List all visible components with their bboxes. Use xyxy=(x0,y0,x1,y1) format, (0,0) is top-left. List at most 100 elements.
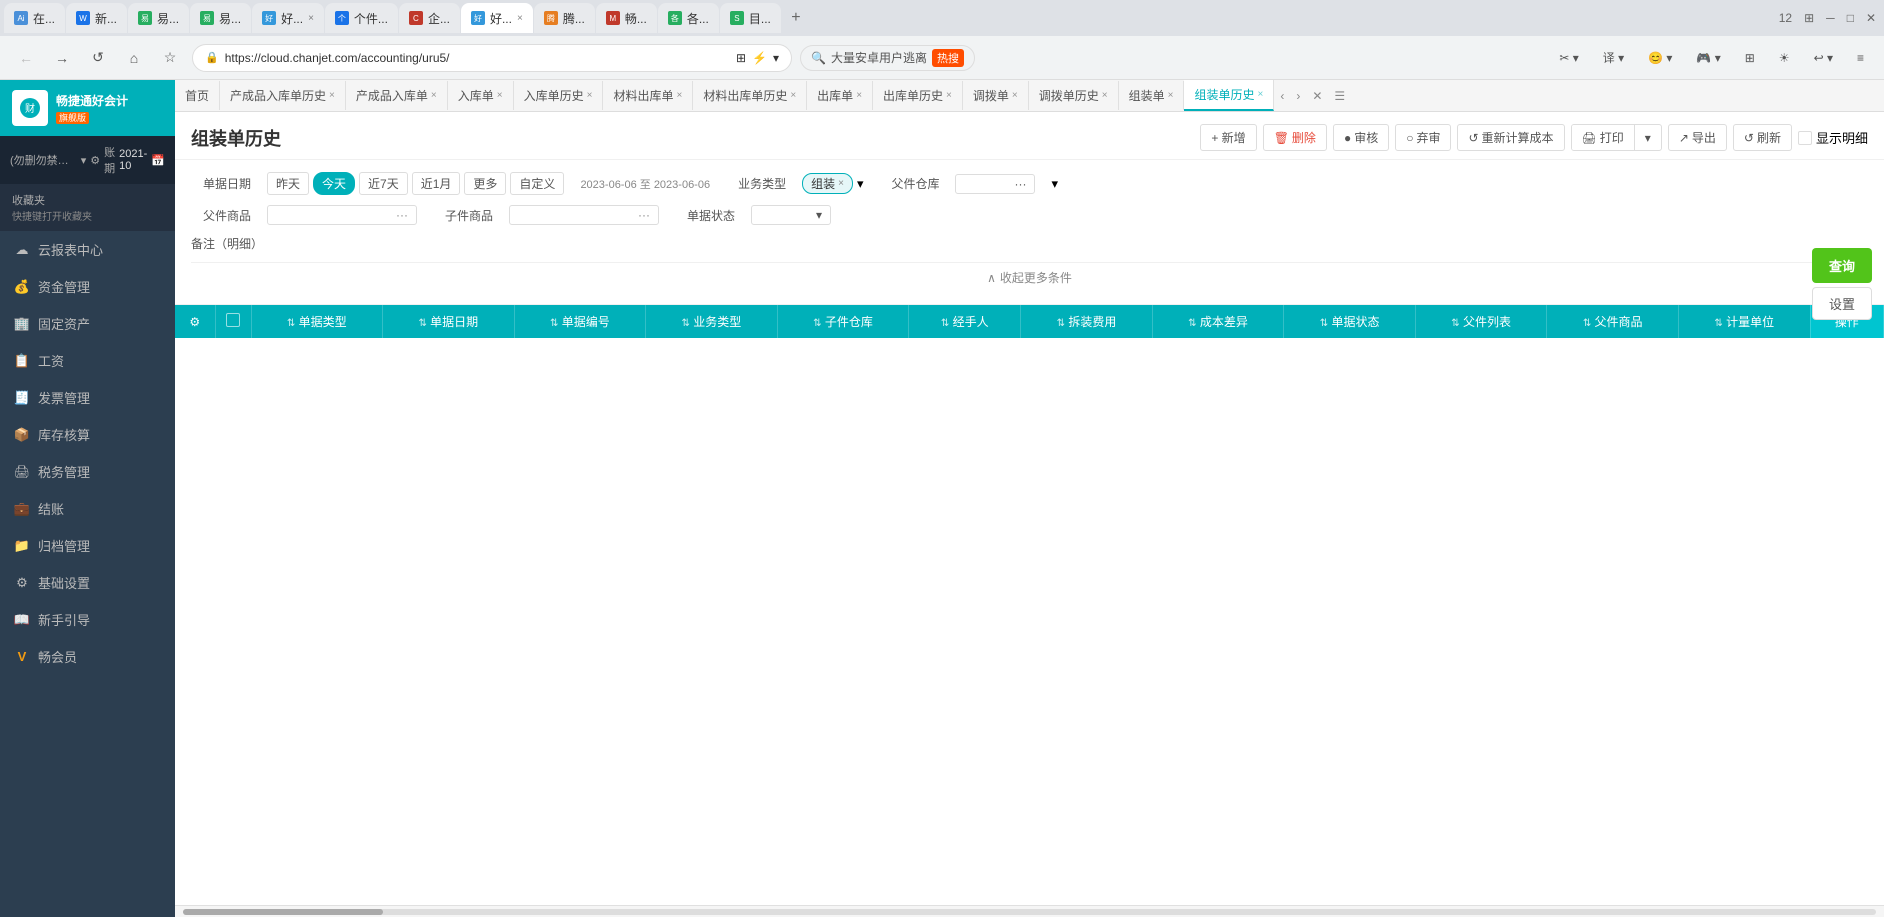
calendar-icon[interactable]: 📅 xyxy=(151,154,165,167)
game-btn[interactable]: 🎮 ▾ xyxy=(1688,47,1728,69)
close-kit-history[interactable]: × xyxy=(1257,89,1263,100)
address-bar[interactable]: 🔒 https://cloud.chanjet.com/accounting/u… xyxy=(192,44,792,72)
page-tab-material-outbound-history[interactable]: 材料出库单历史 × xyxy=(693,81,807,110)
sidebar-item-archive[interactable]: 📁 归档管理 xyxy=(0,527,175,564)
theme-btn[interactable]: ☀ xyxy=(1771,47,1798,69)
browser-tab-11[interactable]: 各 各... xyxy=(658,3,719,33)
close-outbound[interactable]: × xyxy=(856,90,862,101)
topbar-settings-icon[interactable]: ⚙ xyxy=(90,154,100,167)
tab-close-5[interactable]: × xyxy=(308,13,314,24)
sidebar-item-fund[interactable]: 💰 资金管理 xyxy=(0,268,175,305)
close-material-outbound[interactable]: × xyxy=(676,90,682,101)
tab-prev-button[interactable]: ‹ xyxy=(1274,85,1290,107)
date-btn-1month[interactable]: 近1月 xyxy=(412,172,461,195)
th-parent-goods[interactable]: ⇅ 父件商品 xyxy=(1547,305,1679,338)
forward-button[interactable]: → xyxy=(48,44,76,72)
translate-btn[interactable]: 译 ▾ xyxy=(1595,45,1632,70)
date-btn-7days[interactable]: 近7天 xyxy=(359,172,408,195)
dropdown-icon[interactable]: ▾ xyxy=(773,51,779,65)
emoji-btn[interactable]: 😊 ▾ xyxy=(1640,47,1680,69)
th-doc-type[interactable]: ⇅ 单据类型 xyxy=(251,305,383,338)
status-dropdown[interactable]: ▾ xyxy=(751,205,831,225)
parent-goods-input[interactable]: ··· xyxy=(267,205,417,225)
scissors-btn[interactable]: ✂ ▾ xyxy=(1551,47,1586,69)
sidebar-item-settings[interactable]: ⚙ 基础设置 xyxy=(0,564,175,601)
th-doc-date[interactable]: ⇅ 单据日期 xyxy=(383,305,515,338)
page-tab-assembly[interactable]: 调拨单 × xyxy=(963,81,1029,110)
page-tab-inbound-history[interactable]: 入库单历史 × xyxy=(514,81,604,110)
date-btn-more[interactable]: 更多 xyxy=(464,172,506,195)
close-material-outbound-history[interactable]: × xyxy=(790,90,796,101)
parent-warehouse-dots[interactable]: ··· xyxy=(1014,177,1026,191)
horizontal-scrollbar-thumb[interactable] xyxy=(183,909,383,915)
grid-btn[interactable]: ⊞ xyxy=(1737,47,1763,69)
th-settings[interactable]: ⚙ xyxy=(175,305,215,338)
th-child-warehouse[interactable]: ⇅ 子件仓库 xyxy=(777,305,909,338)
settings-col-icon[interactable]: ⚙ xyxy=(189,315,200,329)
date-btn-custom[interactable]: 自定义 xyxy=(510,172,564,195)
add-button[interactable]: + 新增 xyxy=(1200,124,1256,151)
biz-type-dropdown-icon[interactable]: ▾ xyxy=(857,176,864,192)
page-tab-outbound-history[interactable]: 出库单历史 × xyxy=(873,81,963,110)
favorites-section[interactable]: 收藏夹 快捷键打开收藏夹 xyxy=(0,184,175,231)
close-button[interactable]: ✕ xyxy=(1862,9,1880,27)
sidebar-item-invoice[interactable]: 🧾 发票管理 xyxy=(0,379,175,416)
date-btn-yesterday[interactable]: 昨天 xyxy=(267,172,309,195)
th-cost-diff[interactable]: ⇅ 成本差异 xyxy=(1152,305,1284,338)
page-tab-material-outbound[interactable]: 材料出库单 × xyxy=(603,81,693,110)
undo-btn[interactable]: ↩ ▾ xyxy=(1806,47,1841,69)
th-parent-list[interactable]: ⇅ 父件列表 xyxy=(1415,305,1547,338)
status-dropdown-chevron[interactable]: ▾ xyxy=(816,208,822,222)
abandon-button[interactable]: ○ 弃审 xyxy=(1395,124,1451,151)
query-button[interactable]: 查询 xyxy=(1812,248,1872,283)
page-tab-outbound[interactable]: 出库单 × xyxy=(807,81,873,110)
close-kit[interactable]: × xyxy=(1168,90,1174,101)
export-button[interactable]: ↗ 导出 xyxy=(1668,124,1727,151)
sidebar-item-tax[interactable]: 🖨 税务管理 xyxy=(0,453,175,490)
menu-btn[interactable]: ≡ xyxy=(1849,47,1872,69)
child-goods-input[interactable]: ··· xyxy=(509,205,659,225)
print-button[interactable]: 🖨 打印 xyxy=(1572,125,1635,150)
maximize-button[interactable]: □ xyxy=(1843,9,1858,27)
date-btn-today[interactable]: 今天 xyxy=(313,172,355,195)
bookmark-button[interactable]: ☆ xyxy=(156,44,184,72)
browser-tab-6[interactable]: 个 个件... xyxy=(325,3,398,33)
th-checkbox[interactable] xyxy=(215,305,251,338)
close-outbound-history[interactable]: × xyxy=(946,90,952,101)
sidebar-item-member[interactable]: V 畅会员 xyxy=(0,638,175,675)
tab-close-8[interactable]: × xyxy=(517,13,523,24)
page-tab-home[interactable]: 首页 xyxy=(175,81,220,110)
th-unit[interactable]: ⇅ 计量单位 xyxy=(1678,305,1810,338)
browser-tab-12[interactable]: S 目... xyxy=(720,3,781,33)
browser-tab-8[interactable]: 好 好... × xyxy=(461,3,533,33)
parent-warehouse-dropdown-chevron[interactable]: ▾ xyxy=(1051,176,1058,192)
page-tab-kit-history[interactable]: 组装单历史 × xyxy=(1184,80,1274,111)
child-goods-dots[interactable]: ··· xyxy=(638,208,650,222)
print-dropdown[interactable]: ▾ xyxy=(1635,127,1661,149)
close-prod-inbound-history[interactable]: × xyxy=(329,90,335,101)
th-doc-status[interactable]: ⇅ 单据状态 xyxy=(1284,305,1416,338)
close-prod-inbound[interactable]: × xyxy=(431,90,437,101)
sidebar-item-checkout[interactable]: 💼 结账 xyxy=(0,490,175,527)
sidebar-item-guide[interactable]: 📖 新手引导 xyxy=(0,601,175,638)
sidebar-item-payroll[interactable]: 📋 工资 xyxy=(0,342,175,379)
page-tab-inbound[interactable]: 入库单 × xyxy=(448,81,514,110)
recalc-button[interactable]: ↺ 重新计算成本 xyxy=(1457,124,1564,151)
delete-button[interactable]: 🗑 删除 xyxy=(1263,124,1327,151)
page-tab-prod-inbound[interactable]: 产成品入库单 × xyxy=(346,81,448,110)
close-assembly[interactable]: × xyxy=(1012,90,1018,101)
sidebar-item-inventory[interactable]: 📦 库存核算 xyxy=(0,416,175,453)
back-button[interactable]: ← xyxy=(12,44,40,72)
close-assembly-history[interactable]: × xyxy=(1102,90,1108,101)
th-biz-type[interactable]: ⇅ 业务类型 xyxy=(646,305,778,338)
browser-search-box[interactable]: 🔍 大量安卓用户逃离 热搜 xyxy=(800,45,975,71)
parent-goods-dots[interactable]: ··· xyxy=(396,208,408,222)
browser-tab-5[interactable]: 好 好... × xyxy=(252,3,324,33)
sidebar-item-cloud-report[interactable]: ☁ 云报表中心 xyxy=(0,231,175,268)
refresh-button[interactable]: ↺ xyxy=(84,44,112,72)
browser-tab-4[interactable]: 易 易... xyxy=(190,3,251,33)
collapse-bar[interactable]: ∧ 收起更多条件 xyxy=(191,262,1868,292)
browser-tab-2[interactable]: W 新... xyxy=(66,3,127,33)
browser-tab-1[interactable]: Ai 在... xyxy=(4,3,65,33)
refresh-button[interactable]: ↺ 刷新 xyxy=(1733,124,1792,151)
